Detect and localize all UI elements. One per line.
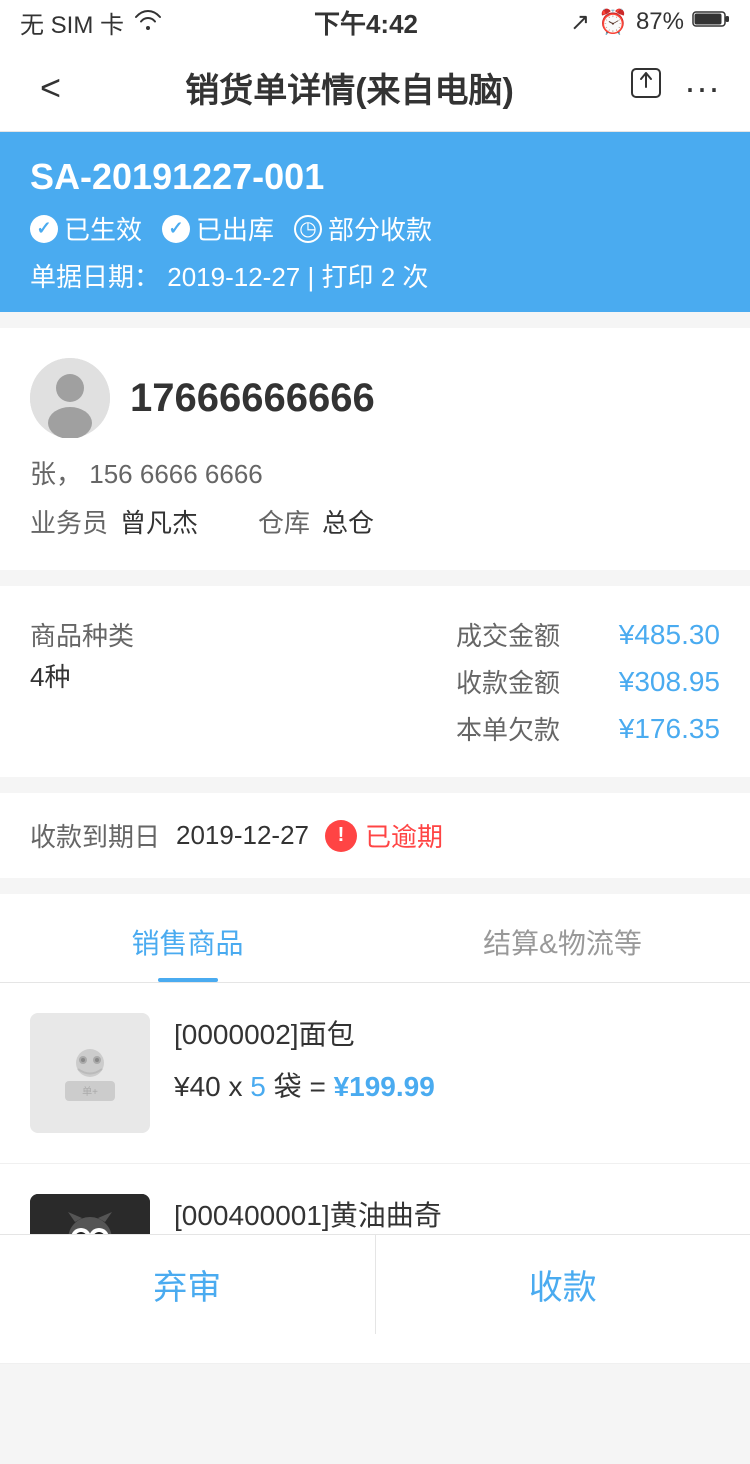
print-count: 2 — [381, 262, 395, 292]
deal-row: 成交金额 ¥485.30 — [456, 616, 720, 653]
battery-icon — [692, 8, 730, 36]
collected-row: 收款金额 ¥308.95 — [456, 663, 720, 700]
nav-actions: ··· — [628, 65, 720, 110]
confirm-button[interactable]: 收款 — [376, 1235, 750, 1334]
status-active-label: 已生效 — [64, 210, 142, 247]
order-date-value: 2019-12-27 — [167, 262, 300, 292]
status-partial: 部分收款 — [294, 210, 432, 247]
deal-label: 成交金额 — [456, 616, 560, 653]
due-date-value: 2019-12-27 — [176, 820, 309, 851]
stats-left: 商品种类 4种 — [30, 616, 134, 694]
product-item: 单+ [0000002]面包 ¥40 x 5 袋 = ¥199.99 — [0, 983, 750, 1164]
cancel-button[interactable]: 弃审 — [0, 1235, 376, 1334]
warehouse-info: 仓库 总仓 — [258, 503, 374, 540]
status-bar-left: 无 SIM 卡 — [20, 5, 162, 40]
product-name-2: [000400001]黄油曲奇 — [174, 1194, 720, 1234]
status-bar-right: ↗ ⏰ 87% — [570, 8, 730, 37]
category-value: 4种 — [30, 657, 134, 694]
debt-label: 本单欠款 — [456, 710, 560, 747]
status-shipped-label: 已出库 — [196, 210, 274, 247]
overdue-text: 已逾期 — [365, 817, 443, 854]
order-header-banner: SA-20191227-001 已生效 已出库 部分收款 单据日期： 2019-… — [0, 132, 750, 312]
status-bar-time: 下午4:42 — [314, 4, 418, 41]
collected-value: ¥308.95 — [580, 666, 720, 698]
order-id: SA-20191227-001 — [30, 156, 720, 198]
product-total-1: ¥199.99 — [334, 1071, 435, 1102]
print-unit: 次 — [402, 262, 428, 292]
avatar — [30, 358, 110, 438]
product-price-row-1: ¥40 x 5 袋 = ¥199.99 — [174, 1065, 720, 1105]
deal-value: ¥485.30 — [580, 619, 720, 651]
customer-info-row: 业务员 曾凡杰 仓库 总仓 — [30, 503, 720, 540]
customer-name: 张， 156 6666 6666 — [30, 454, 720, 491]
stats-right: 成交金额 ¥485.30 收款金额 ¥308.95 本单欠款 ¥176.35 — [456, 616, 720, 747]
print-label: 打印 — [321, 262, 373, 292]
status-bar: 无 SIM 卡 下午4:42 ↗ ⏰ 87% — [0, 0, 750, 44]
status-partial-label: 部分收款 — [328, 210, 432, 247]
due-date-section: 收款到期日 2019-12-27 ! 已逾期 — [0, 793, 750, 878]
stats-section: 商品种类 4种 成交金额 ¥485.30 收款金额 ¥308.95 本单欠款 ¥… — [0, 586, 750, 777]
warehouse-value: 总仓 — [322, 503, 374, 540]
share-icon[interactable] — [628, 65, 664, 110]
debt-row: 本单欠款 ¥176.35 — [456, 710, 720, 747]
status-shipped: 已出库 — [162, 210, 274, 247]
product-name-1: [0000002]面包 — [174, 1013, 720, 1053]
debt-value: ¥176.35 — [580, 713, 720, 745]
customer-section: 17666666666 张， 156 6666 6666 业务员 曾凡杰 仓库 … — [0, 328, 750, 570]
collected-label: 收款金额 — [456, 663, 560, 700]
carrier-label: 无 SIM 卡 — [20, 5, 124, 40]
customer-main-row: 17666666666 — [30, 358, 720, 438]
customer-phone: 17666666666 — [130, 376, 375, 421]
alarm-icon: ⏰ — [598, 8, 628, 37]
customer-alt-phone: 156 6666 6666 — [89, 459, 263, 489]
overdue-badge: ! 已逾期 — [325, 817, 443, 854]
more-icon[interactable]: ··· — [684, 67, 720, 109]
back-button[interactable]: < — [30, 57, 71, 119]
check-icon-shipped — [162, 215, 190, 243]
clock-icon — [294, 215, 322, 243]
sales-info: 业务员 曾凡杰 — [30, 503, 198, 540]
tabs-header: 销售商品 结算&物流等 — [0, 894, 750, 983]
due-label: 收款到期日 — [30, 817, 160, 854]
sales-value: 曾凡杰 — [120, 503, 198, 540]
sales-label: 业务员 — [30, 503, 108, 540]
wifi-icon — [134, 8, 162, 37]
bottom-bar: 弃审 收款 — [0, 1234, 750, 1334]
page-title: 销货单详情(来自电脑) — [185, 63, 514, 112]
date-label: 单据日期： — [30, 262, 160, 292]
tab-sales-products[interactable]: 销售商品 — [0, 894, 375, 982]
svg-text:单+: 单+ — [82, 1086, 98, 1098]
nav-bar: < 销货单详情(来自电脑) ··· — [0, 44, 750, 132]
battery-label: 87% — [636, 8, 684, 36]
tab-settlement[interactable]: 结算&物流等 — [375, 894, 750, 982]
order-date-row: 单据日期： 2019-12-27 | 打印 2 次 — [30, 257, 720, 294]
category-label: 商品种类 — [30, 616, 134, 653]
product-qty-1: 5 — [250, 1071, 266, 1102]
location-icon: ↗ — [570, 8, 590, 37]
check-icon-active — [30, 215, 58, 243]
product-info-1: [0000002]面包 ¥40 x 5 袋 = ¥199.99 — [174, 1013, 720, 1105]
status-active: 已生效 — [30, 210, 142, 247]
product-image-1: 单+ — [30, 1013, 150, 1133]
order-status-row: 已生效 已出库 部分收款 — [30, 210, 720, 247]
warehouse-label: 仓库 — [258, 503, 310, 540]
overdue-icon: ! — [325, 820, 357, 852]
print-separator: | — [307, 262, 321, 292]
